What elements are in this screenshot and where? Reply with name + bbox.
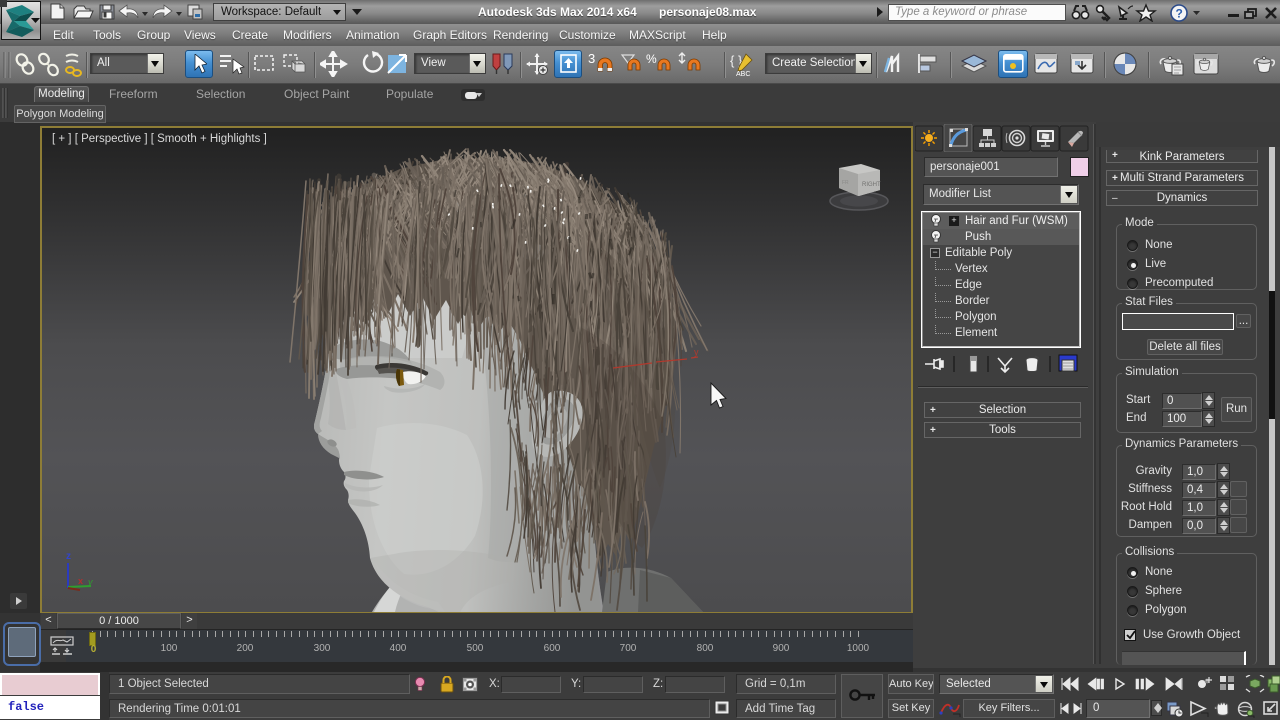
svg-text:[ + ] [ Perspective ] [ Smooth: [ + ] [ Perspective ] [ Smooth + Highlig… [52,133,267,145]
svg-text:y: y [87,577,93,587]
svg-text:x: x [78,576,83,586]
svg-text:y: y [694,347,699,357]
svg-text:RIGHT: RIGHT [862,182,881,188]
svg-text:{: { [730,53,735,68]
svg-text:?: ? [1176,7,1183,21]
svg-text:FR: FR [842,180,849,186]
svg-text:%: % [646,52,657,66]
svg-text:3: 3 [588,51,595,66]
svg-text:z: z [66,551,71,562]
svg-text:ABC: ABC [736,71,750,77]
